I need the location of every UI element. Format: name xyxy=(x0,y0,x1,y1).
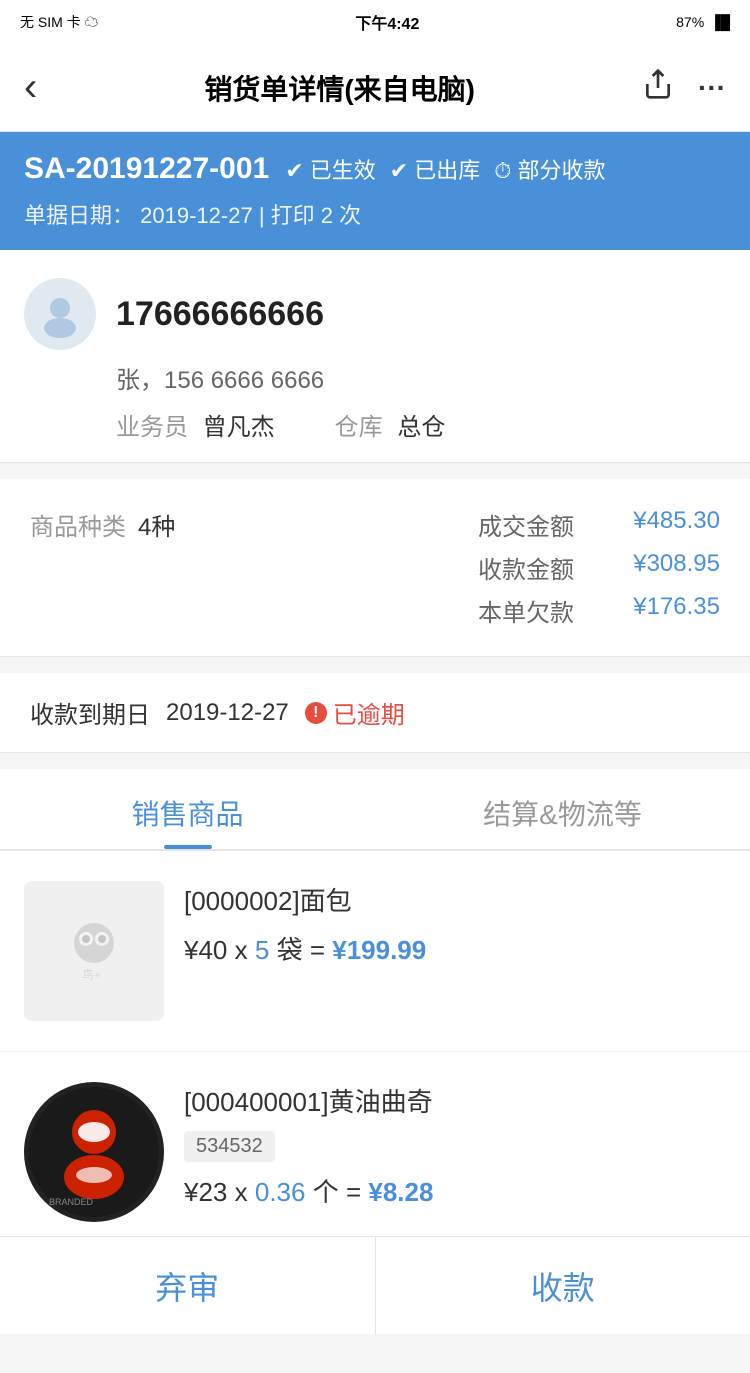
overdue-icon: ! xyxy=(305,702,327,724)
status-time: 下午4:42 xyxy=(355,10,419,34)
order-header: SA-20191227-001 ✔ 已生效 ✔ 已出库 ⏱ 部分收款 单据日期：… xyxy=(0,132,750,250)
stat-label-1: 收款金额 xyxy=(478,550,574,585)
nav-bar: ‹ 销货单详情(来自电脑) ··· xyxy=(0,44,750,132)
customer-meta: 业务员 曾凡杰 仓库 总仓 xyxy=(24,407,726,442)
svg-text:鸟+: 鸟+ xyxy=(82,967,101,982)
product-item: 鸟+ [0000002]面包 ¥40 x 5 袋 = ¥199.99 xyxy=(0,851,750,1052)
status-left: 无 SIM 卡 ☁ xyxy=(20,12,99,32)
kind-value: 4种 xyxy=(138,507,175,542)
due-section: 收款到期日 2019-12-27 ! 已逾期 xyxy=(0,673,750,753)
product-info-1: [0000002]面包 ¥40 x 5 袋 = ¥199.99 xyxy=(184,881,726,967)
stat-val-2: ¥176.35 xyxy=(590,593,720,628)
share-icon[interactable] xyxy=(642,68,674,108)
tab-sales[interactable]: 销售商品 xyxy=(0,769,375,849)
stat-label-2: 本单欠款 xyxy=(478,593,574,628)
back-button[interactable]: ‹ xyxy=(24,65,37,110)
badge-partial: ⏱ 部分收款 xyxy=(494,153,605,185)
sim-text: 无 SIM 卡 ☁ xyxy=(20,12,99,32)
product-thumb-2: BRANDED xyxy=(24,1082,164,1222)
overdue-text: 已逾期 xyxy=(333,695,405,730)
order-badges: ✔ 已生效 ✔ 已出库 ⏱ 部分收款 xyxy=(285,153,605,185)
status-right: 87% ▐█ xyxy=(676,14,730,30)
battery-text: 87% xyxy=(676,14,704,30)
salesperson-value: 曾凡杰 xyxy=(203,414,275,441)
product-name-2: [000400001]黄油曲奇 xyxy=(184,1082,726,1119)
stats-section: 商品种类 4种 成交金额 ¥485.30 收款金额 ¥308.95 本单欠款 ¥… xyxy=(0,479,750,657)
customer-contact: 张，156 6666 6666 xyxy=(24,360,726,395)
warehouse-value: 总仓 xyxy=(397,414,445,441)
customer-id[interactable]: 17666666666 xyxy=(116,295,324,334)
avatar xyxy=(24,278,96,350)
product-thumb-1: 鸟+ xyxy=(24,881,164,1021)
product-name-1: [0000002]面包 xyxy=(184,881,726,918)
order-id: SA-20191227-001 xyxy=(24,152,269,186)
product-item-2: BRANDED [000400001]黄油曲奇 534532 ¥23 x 0.3… xyxy=(0,1052,750,1253)
svg-text:BRANDED: BRANDED xyxy=(49,1197,94,1207)
tab-settlement[interactable]: 结算&物流等 xyxy=(375,769,750,849)
page-title: 销货单详情(来自电脑) xyxy=(204,68,475,108)
customer-section: 17666666666 张，156 6666 6666 业务员 曾凡杰 仓库 总… xyxy=(0,250,750,463)
product-price-1: ¥40 x 5 袋 = ¥199.99 xyxy=(184,930,726,967)
product-info-2: [000400001]黄油曲奇 534532 ¥23 x 0.36 个 = ¥8… xyxy=(184,1082,726,1209)
due-date: 2019-12-27 xyxy=(166,699,289,727)
status-bar: 无 SIM 卡 ☁ 下午4:42 87% ▐█ xyxy=(0,0,750,44)
product-price-2: ¥23 x 0.36 个 = ¥8.28 xyxy=(184,1172,726,1209)
stat-val-0: ¥485.30 xyxy=(590,507,720,542)
bottom-bar: 弃审 收款 xyxy=(0,1236,750,1334)
badge-shipped: ✔ 已出库 xyxy=(390,153,481,185)
salesperson-label: 业务员 xyxy=(116,414,188,441)
stats-amounts: 成交金额 ¥485.30 收款金额 ¥308.95 本单欠款 ¥176.35 xyxy=(478,507,720,628)
product-batch: 534532 xyxy=(184,1131,275,1162)
tabs-section: 销售商品 结算&物流等 xyxy=(0,769,750,851)
overdue-badge: ! 已逾期 xyxy=(305,695,405,730)
warehouse-label: 仓库 xyxy=(335,414,383,441)
due-label: 收款到期日 xyxy=(30,695,150,730)
order-meta: 单据日期： 2019-12-27 | 打印 2 次 xyxy=(24,198,726,230)
products-section: 鸟+ [0000002]面包 ¥40 x 5 袋 = ¥199.99 xyxy=(0,851,750,1253)
nav-actions: ··· xyxy=(642,68,726,108)
battery-icon: ▐█ xyxy=(710,14,730,30)
badge-effective: ✔ 已生效 xyxy=(285,153,376,185)
stat-label-0: 成交金额 xyxy=(478,507,574,542)
kind-label: 商品种类 xyxy=(30,507,126,542)
confirm-button[interactable]: 收款 xyxy=(376,1237,750,1334)
stat-val-1: ¥308.95 xyxy=(590,550,720,585)
cancel-button[interactable]: 弃审 xyxy=(0,1237,376,1334)
more-icon[interactable]: ··· xyxy=(698,72,726,104)
